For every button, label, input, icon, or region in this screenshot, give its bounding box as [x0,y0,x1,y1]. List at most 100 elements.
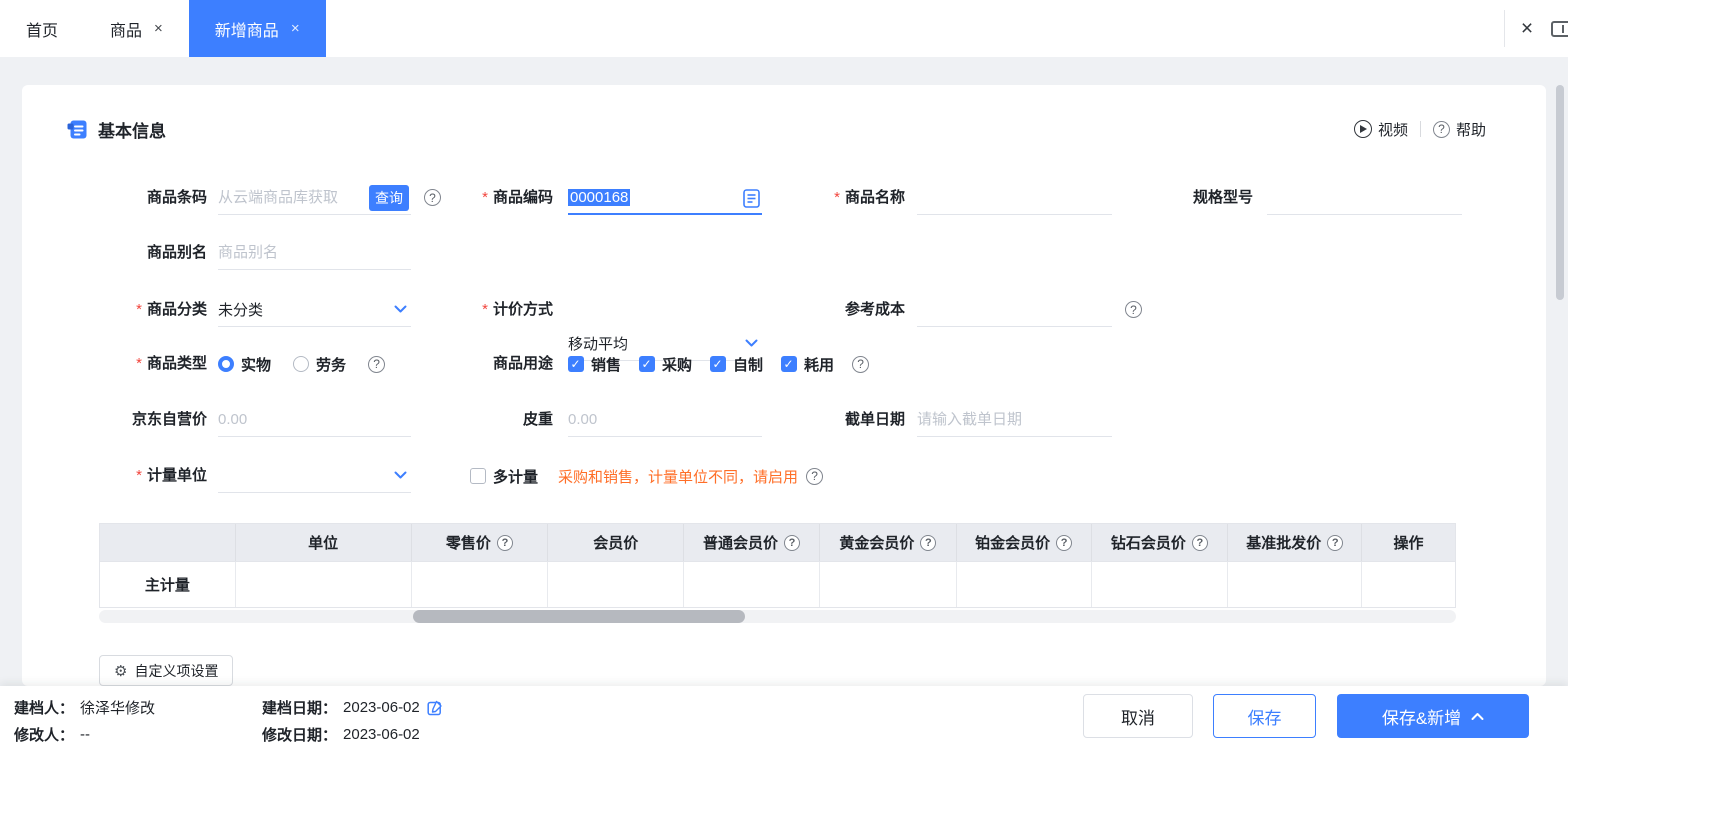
modified-date-value: 2023-06-02 [343,726,420,743]
jd-price-label: 京东自营价 [131,411,207,428]
code-label: * 商品编码 [482,189,553,206]
modifier-label: 修改人： [14,727,75,744]
tab-new-goods-close-icon[interactable] [291,21,300,36]
chevron-up-icon [1471,712,1484,720]
cell-normal-member-price[interactable] [684,562,820,607]
footer-bar: 建档人： 徐泽华修改 建档日期： 2023-06-02 修改人： -- 修改日期… [0,686,1568,825]
diamond-member-help-icon[interactable] [1191,534,1208,551]
tab-goods-label: 商品 [110,22,143,40]
pricing-label: * 计价方式 [482,301,553,318]
video-link[interactable]: 视频 [1353,119,1408,140]
section-title: 基本信息 [98,121,166,141]
modified-date-label: 修改日期： [262,727,338,744]
modifier-value: -- [80,726,91,743]
checkbox-purchase[interactable]: 采购 [639,354,692,375]
horizontal-scrollbar-thumb[interactable] [413,610,745,623]
usage-help-icon[interactable] [852,355,870,373]
th-rowname [100,524,236,561]
panel-toggle-icon[interactable] [1551,21,1568,37]
cancel-button[interactable]: 取消 [1083,694,1193,738]
save-and-new-button[interactable]: 保存&新增 [1337,694,1529,738]
cell-member-price[interactable] [548,562,685,607]
name-label: * 商品名称 [834,189,905,206]
name-input[interactable] [917,181,1112,214]
th-retail-price: 零售价 [412,524,549,561]
tab-goods-close-icon[interactable] [154,21,163,36]
cell-gold-member-price[interactable] [820,562,957,607]
th-gold-member-price: 黄金会员价 [820,524,957,561]
creator-label: 建档人： [14,700,75,717]
refcost-input[interactable] [917,293,1112,326]
th-platinum-member-price: 铂金会员价 [957,524,1092,561]
barcode-field: 查询 [218,181,411,215]
radio-icon [293,356,310,372]
category-select[interactable]: 未分类 [218,293,411,327]
checkbox-consume[interactable]: 耗用 [781,354,834,375]
jd-price-input[interactable] [218,403,411,436]
checkbox-sale[interactable]: 销售 [568,354,621,375]
help-label: 帮助 [1455,121,1486,139]
alias-field [218,236,411,270]
table-row: 主计量 [100,561,1455,607]
custom-settings-button[interactable]: 自定义项设置 [99,655,234,686]
retail-price-help-icon[interactable] [496,534,513,551]
multi-unit-warning: 采购和销售，计量单位不同，请启用 [558,468,799,486]
header-links: 视频 帮助 [1353,119,1486,140]
price-table: 单位 零售价 会员价 普通会员价 黄金会员价 铂金会员价 钻石会员价 基准批发价… [99,523,1456,608]
tare-field [568,403,762,437]
cutoff-date-input[interactable] [917,403,1112,436]
gold-member-help-icon[interactable] [920,534,937,551]
cell-rowname: 主计量 [100,562,236,607]
tare-input[interactable] [568,403,762,436]
cell-base-wholesale-price[interactable] [1228,562,1363,607]
code-field[interactable]: 0000168 [568,181,762,215]
type-help-icon[interactable] [368,355,386,373]
wholesale-help-icon[interactable] [1327,534,1344,551]
tab-new-goods[interactable]: 新增商品 [188,0,326,57]
unit-select[interactable] [218,459,411,493]
spec-input[interactable] [1267,181,1462,214]
help-icon [1432,120,1450,138]
tab-new-goods-label: 新增商品 [214,22,279,40]
refcost-help-icon[interactable] [1125,301,1142,318]
th-normal-member-price: 普通会员价 [684,524,820,561]
th-operation: 操作 [1393,535,1424,552]
platinum-member-help-icon[interactable] [1056,534,1073,551]
tare-label: 皮重 [522,411,553,428]
checkbox-icon [710,356,727,372]
category-value: 未分类 [218,302,264,319]
multi-unit-help-icon[interactable] [806,467,824,485]
alias-input[interactable] [218,236,411,269]
checkbox-selfmade[interactable]: 自制 [710,354,763,375]
cell-retail-price[interactable] [412,562,549,607]
alias-label: 商品别名 [146,244,207,261]
spec-field [1267,181,1462,215]
th-member-price: 会员价 [548,524,685,561]
help-link[interactable]: 帮助 [1432,119,1486,140]
save-button[interactable]: 保存 [1213,694,1316,738]
cell-unit[interactable] [236,562,412,607]
checkbox-icon [568,356,584,372]
radio-physical[interactable]: 实物 [218,354,271,375]
created-date-line: 建档日期： 2023-06-02 [262,697,443,718]
vertical-scrollbar-thumb[interactable] [1556,85,1564,300]
radio-icon [218,356,234,372]
edit-date-icon[interactable] [427,700,443,716]
cell-diamond-member-price[interactable] [1092,562,1229,607]
tab-goods[interactable]: 商品 [84,0,189,57]
radio-service[interactable]: 劳务 [293,354,346,375]
multi-unit-checkbox[interactable]: 多计量 [470,466,538,487]
cell-operation[interactable] [1362,562,1455,607]
tab-bar: 首页 商品 新增商品 [0,0,1568,57]
cell-platinum-member-price[interactable] [957,562,1092,607]
video-label: 视频 [1377,121,1408,139]
jd-price-field [218,403,411,437]
close-icon[interactable] [1508,0,1546,57]
form-row-2: 商品别名 [22,236,1546,270]
th-diamond-member-price: 钻石会员价 [1092,524,1229,561]
created-date-label: 建档日期： [262,700,338,717]
form-row-3: * 商品分类 未分类 * 计价方式 移动平均 参考成本 [22,293,1546,361]
normal-member-help-icon[interactable] [784,534,801,551]
tab-home[interactable]: 首页 [0,0,84,57]
type-radio-group: 实物 劳务 [218,347,411,381]
